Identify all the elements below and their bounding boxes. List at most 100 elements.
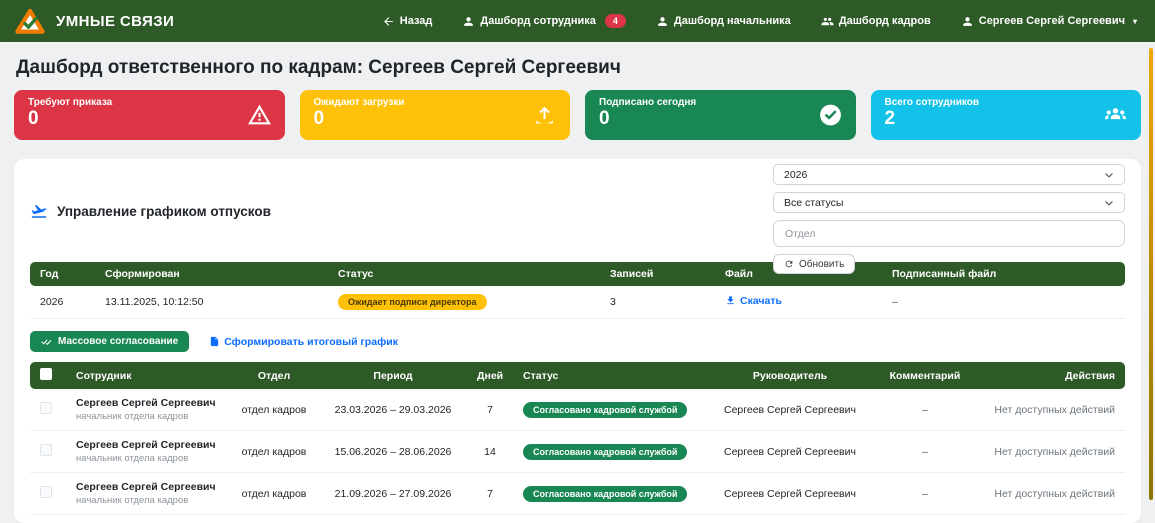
back-link[interactable]: Назад (382, 15, 433, 28)
col-records: Записей (600, 262, 715, 286)
page-title: Дашборд ответственного по кадрам: Сергее… (16, 57, 621, 78)
col-employee: Сотрудник (66, 362, 229, 389)
upload-icon (532, 103, 557, 128)
schedule-created: 13.11.2025, 10:12:50 (95, 286, 328, 319)
actions-cell: Нет доступных действий (981, 431, 1125, 473)
actions-row: Массовое согласование Сформировать итого… (30, 331, 1125, 352)
nav-hr-label: Дашборд кадров (838, 15, 931, 27)
department-cell: отдел кадров (229, 473, 319, 515)
schedule-table-row: 2026 13.11.2025, 10:12:50 Ожидает подпис… (30, 286, 1125, 319)
stat-value: 0 (599, 108, 610, 129)
department-input[interactable] (773, 220, 1125, 247)
employee-position: начальник отдела кадров (76, 453, 189, 464)
col-days: Дней (467, 362, 513, 389)
back-label: Назад (399, 15, 433, 27)
nav-employee-label: Дашборд сотрудника (480, 15, 596, 27)
chevron-down-icon (1105, 200, 1113, 205)
chevron-down-icon (1105, 172, 1113, 177)
department-cell: отдел кадров (229, 389, 319, 431)
row-checkbox (40, 444, 52, 456)
stat-card-total-employees: Всего сотрудников 2 (870, 90, 1141, 140)
vacations-table-header-row: Сотрудник Отдел Период Дней Статус Руков… (30, 362, 1125, 389)
person-icon (658, 16, 667, 26)
refresh-label: Обновить (799, 258, 845, 270)
col-actions: Действия (981, 362, 1125, 389)
flight-takeoff-icon (31, 204, 47, 218)
status-badge: Согласовано кадровой службой (523, 443, 688, 460)
col-department: Отдел (229, 362, 319, 389)
schedule-records: 3 (600, 286, 715, 319)
year-select[interactable]: 2026 (773, 164, 1125, 185)
refresh-button[interactable]: Обновить (773, 254, 856, 274)
double-check-icon (41, 339, 52, 345)
employee-position: начальник отдела кадров (76, 411, 189, 422)
manager-cell: Сергеев Сергей Сергеевич (711, 431, 869, 473)
person-icon (962, 16, 972, 26)
brand-name: УМНЫЕ СВЯЗИ (56, 12, 175, 30)
generate-final-label: Сформировать итоговый график (224, 335, 398, 348)
year-select-value: 2026 (784, 168, 808, 181)
users-icon (1103, 103, 1128, 128)
table-row: Сергеев Сергей Сергеевич начальник отдел… (30, 431, 1125, 473)
check-circle-icon (818, 103, 843, 128)
filters: 2026 Все статусы Обновить (773, 164, 1125, 274)
file-icon (211, 336, 219, 347)
comment-cell: – (869, 473, 981, 515)
schedule-year: 2026 (30, 286, 95, 319)
arrow-left-icon (383, 16, 393, 26)
select-all-checkbox[interactable] (40, 368, 52, 380)
generate-final-link[interactable]: Сформировать итоговый график (209, 336, 398, 348)
stat-card-awaiting-upload: Ожидают загрузки 0 (299, 90, 570, 140)
stat-value: 2 (884, 108, 896, 129)
table-row: Сергеев Сергей Сергеевич начальник отдел… (30, 389, 1125, 431)
period-cell: 23.03.2026 – 29.03.2026 (319, 389, 467, 431)
stat-cards: Требуют приказа 0 Ожидают загрузки 0 Под… (14, 90, 1141, 140)
manager-cell: Сергеев Сергей Сергеевич (711, 473, 869, 515)
employee-position: начальник отдела кадров (76, 495, 189, 506)
navbar: УМНЫЕ СВЯЗИ Назад Дашборд сотрудника 4 Д… (0, 0, 1155, 42)
actions-cell: Нет доступных действий (981, 473, 1125, 515)
stat-label: Ожидают загрузки (313, 97, 405, 108)
status-badge: Согласовано кадровой службой (523, 401, 688, 418)
col-status: Статус (328, 262, 600, 286)
stat-value: 0 (28, 108, 39, 129)
notification-badge: 4 (604, 14, 626, 28)
days-cell: 7 (467, 473, 513, 515)
table-row: Сергеев Сергей Сергеевич начальник отдел… (30, 473, 1125, 515)
nav-manager-label: Дашборд начальника (673, 15, 791, 27)
manager-cell: Сергеев Сергей Сергеевич (711, 389, 869, 431)
actions-cell: Нет доступных действий (981, 389, 1125, 431)
days-cell: 7 (467, 389, 513, 431)
refresh-icon (785, 260, 793, 268)
nav-items: Назад Дашборд сотрудника 4 Дашборд начал… (382, 14, 1137, 28)
status-select-value: Все статусы (784, 196, 844, 209)
download-link[interactable]: Скачать (725, 295, 782, 307)
page-scrollbar[interactable] (1149, 48, 1153, 500)
status-badge: Согласовано кадровой службой (523, 485, 688, 502)
row-checkbox (40, 486, 52, 498)
nav-hr-dashboard[interactable]: Дашборд кадров (821, 15, 931, 28)
comment-cell: – (869, 431, 981, 473)
nav-manager-dashboard[interactable]: Дашборд начальника (656, 15, 791, 28)
department-cell: отдел кадров (229, 431, 319, 473)
people-icon (821, 17, 834, 25)
employee-name: Сергеев Сергей Сергеевич (76, 397, 216, 409)
period-cell: 15.06.2026 – 28.06.2026 (319, 431, 467, 473)
status-select[interactable]: Все статусы (773, 192, 1125, 213)
chevron-down-icon: ▾ (1132, 16, 1137, 26)
warning-icon (247, 103, 272, 128)
col-status: Статус (513, 362, 711, 389)
user-menu-label: Сергеев Сергей Сергеевич (978, 15, 1125, 27)
section-title-label: Управление графиком отпусков (57, 203, 271, 219)
col-manager: Руководитель (711, 362, 869, 389)
user-menu[interactable]: Сергеев Сергей Сергеевич ▾ (961, 15, 1137, 28)
signed-file-value: – (882, 286, 1125, 319)
brand[interactable]: УМНЫЕ СВЯЗИ (14, 8, 174, 35)
stat-label: Требуют приказа (28, 97, 113, 108)
status-badge: Ожидает подписи директора (338, 294, 487, 310)
nav-employee-dashboard[interactable]: Дашборд сотрудника 4 (462, 14, 626, 28)
bulk-approve-label: Массовое согласование (58, 336, 179, 347)
bulk-approve-button[interactable]: Массовое согласование (30, 331, 190, 352)
vacation-management-panel: 2026 Все статусы Обновить Управление гра… (14, 159, 1141, 523)
employee-name: Сергеев Сергей Сергеевич (76, 481, 216, 493)
